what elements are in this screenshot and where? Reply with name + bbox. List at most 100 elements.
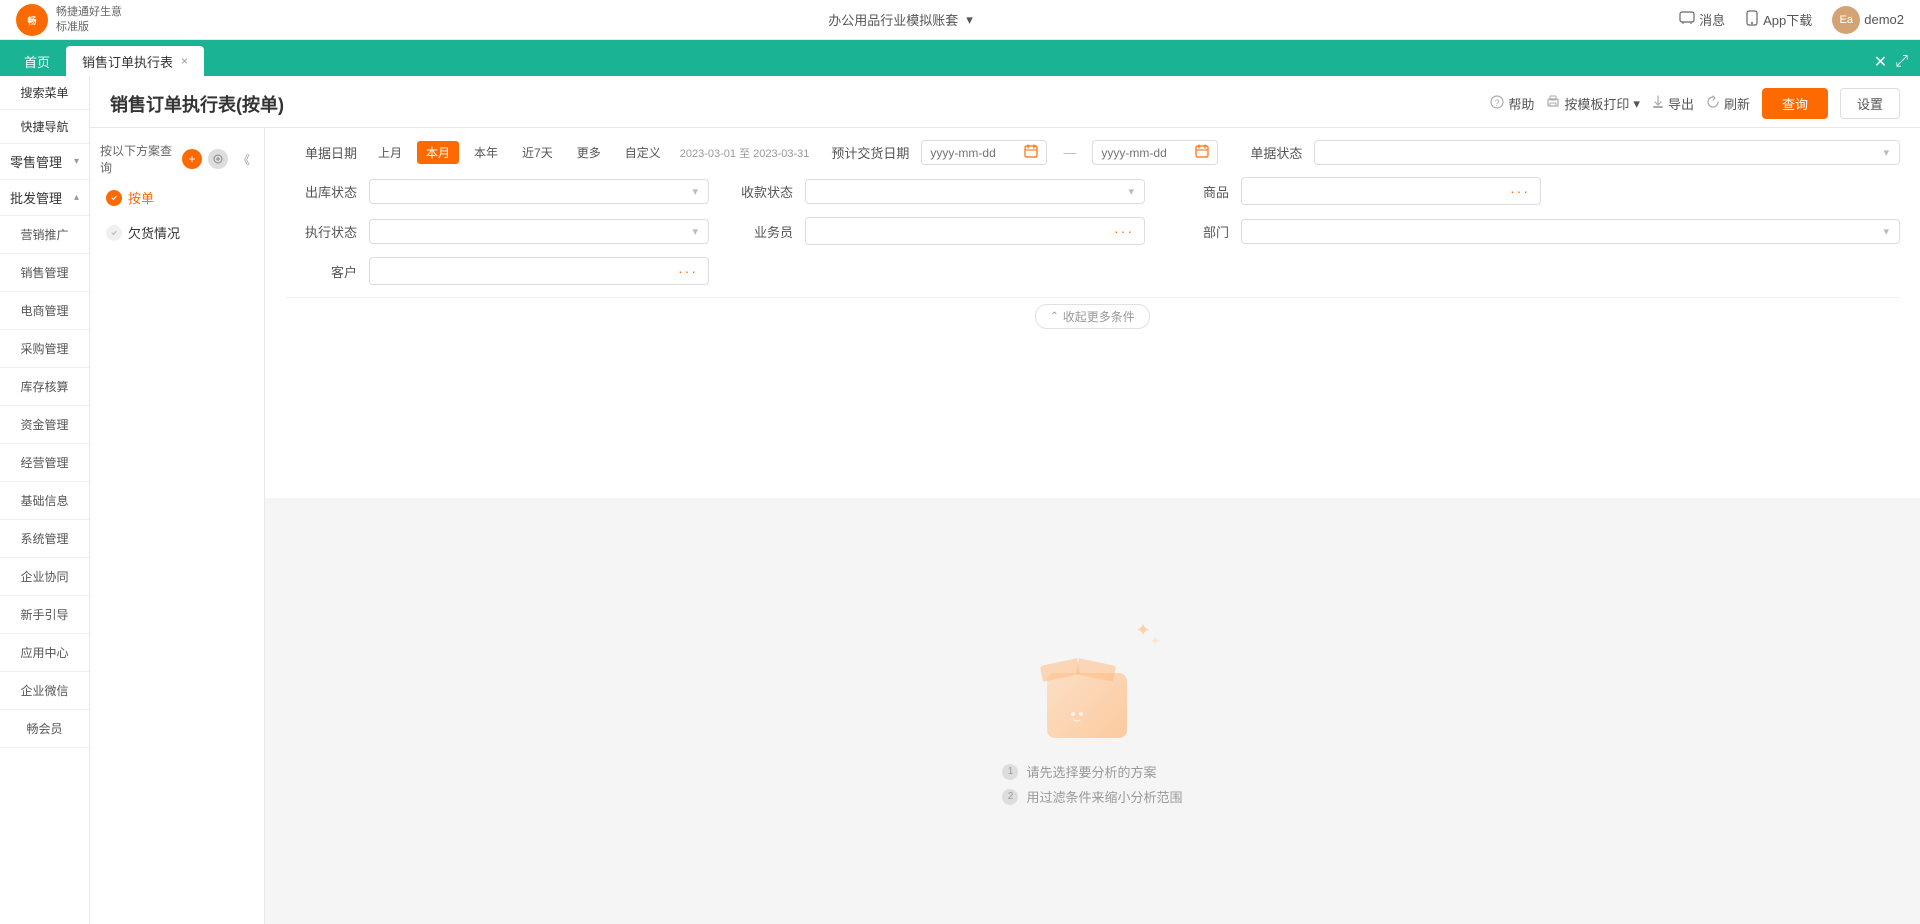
basic-label: 基础信息 <box>20 492 68 509</box>
refresh-btn[interactable]: 刷新 <box>1706 94 1750 113</box>
print-label: 按模板打印 <box>1564 94 1629 113</box>
date-btn-current-year[interactable]: 本年 <box>465 141 507 164</box>
wholesale-arrow-up: ▴ <box>74 192 79 203</box>
date-label: 单据日期 <box>285 143 357 162</box>
empty-hint-1: 1 请先选择要分析的方案 <box>1002 762 1182 781</box>
settings-btn[interactable]: 设置 <box>1840 88 1900 119</box>
date-btn-last7days[interactable]: 近7天 <box>513 141 562 164</box>
right-panel: 单据日期 上月 本月 本年 近7天 更多 自定义 2023-03-01 至 20… <box>265 128 1920 924</box>
status-select[interactable]: ▾ <box>1314 140 1900 165</box>
goods-dots-icon[interactable]: ··· <box>1510 183 1530 199</box>
ecommerce-label: 电商管理 <box>20 302 68 319</box>
sidebar-search[interactable]: 搜索菜单 <box>0 76 89 110</box>
tab-close-btn[interactable]: × <box>181 54 188 68</box>
department-select[interactable]: ▾ <box>1241 219 1900 244</box>
execution-status-label: 执行状态 <box>285 222 357 241</box>
delivery-chevron: ▾ <box>692 185 698 198</box>
newbie-label: 新手引导 <box>20 606 68 623</box>
date-btn-current-month[interactable]: 本月 <box>417 141 459 164</box>
sidebar-item-sales[interactable]: 销售管理 <box>0 254 89 292</box>
date-quick-buttons: 上月 本月 本年 近7天 更多 自定义 2023-03-01 至 2023-03… <box>369 141 809 164</box>
date-separator: — <box>1059 145 1080 160</box>
help-icon: ? <box>1490 95 1504 112</box>
execution-chevron: ▾ <box>692 225 698 238</box>
top-center-menu[interactable]: 办公用品行业模拟账套 ▾ <box>828 10 973 29</box>
sidebar-item-system[interactable]: 系统管理 <box>0 520 89 558</box>
tab-home[interactable]: 首页 <box>8 46 66 76</box>
scheme-collapse-btn[interactable]: 《 <box>234 149 254 169</box>
scheme-edit-btn[interactable] <box>208 149 228 169</box>
export-btn[interactable]: 导出 <box>1652 94 1694 113</box>
sidebar-item-retail[interactable]: 零售管理 ▾ <box>0 144 89 180</box>
scheme-panel: 按以下方案查询 + 《 按单 <box>90 128 265 924</box>
goods-input[interactable]: ··· <box>1241 177 1541 205</box>
sidebar-item-newbie[interactable]: 新手引导 <box>0 596 89 634</box>
search-label: 搜索菜单 <box>20 86 68 100</box>
expected-date-start-wrapper[interactable] <box>921 140 1047 165</box>
empty-illustration: ✦ ✦ <box>1023 616 1163 746</box>
sidebar-item-wholesale[interactable]: 批发管理 ▴ <box>0 180 89 216</box>
payment-chevron: ▾ <box>1128 185 1134 198</box>
customer-dots-icon[interactable]: ··· <box>678 263 698 279</box>
app-download-btn[interactable]: App下载 <box>1745 10 1812 29</box>
purchase-label: 采购管理 <box>20 340 68 357</box>
system-label: 系统管理 <box>20 530 68 547</box>
hint-text-2: 用过滤条件来缩小分析范围 <box>1026 787 1182 806</box>
top-menu-chevron[interactable]: ▾ <box>966 12 973 28</box>
payment-status-select[interactable]: ▾ <box>805 179 1145 204</box>
calendar-end-icon <box>1195 144 1209 161</box>
expected-date-end-wrapper[interactable] <box>1092 140 1218 165</box>
sidebar-item-basic[interactable]: 基础信息 <box>0 482 89 520</box>
customer-input[interactable]: ··· <box>369 257 709 285</box>
sidebar: 搜索菜单 快捷导航 零售管理 ▾ 批发管理 ▴ 营销推广 销售管理 电商管理 采… <box>0 76 90 924</box>
scheme-item-owe-goods[interactable]: 欠货情况 <box>90 215 264 250</box>
salesperson-dots-icon[interactable]: ··· <box>1114 223 1134 239</box>
logo-area[interactable]: 畅 畅捷通好生意 标准版 <box>16 4 122 36</box>
sidebar-item-appstore[interactable]: 应用中心 <box>0 634 89 672</box>
print-chevron[interactable]: ▾ <box>1633 96 1640 112</box>
tab-bar: 首页 销售订单执行表 × ✕ ⤢ <box>0 40 1920 76</box>
status-chevron: ▾ <box>1883 146 1889 159</box>
sidebar-item-inventory[interactable]: 库存核算 <box>0 368 89 406</box>
phone-icon <box>1745 10 1759 29</box>
user-area[interactable]: Ea demo2 <box>1832 6 1904 34</box>
main-layout: 搜索菜单 快捷导航 零售管理 ▾ 批发管理 ▴ 营销推广 销售管理 电商管理 采… <box>0 76 1920 924</box>
app-download-label: App下载 <box>1763 10 1812 29</box>
empty-hint-2: 2 用过滤条件来缩小分析范围 <box>1002 787 1182 806</box>
scheme-add-btn[interactable]: + <box>182 149 202 169</box>
sidebar-item-marketing[interactable]: 营销推广 <box>0 216 89 254</box>
message-label: 消息 <box>1699 10 1725 29</box>
tab-close-window-icon[interactable]: ✕ <box>1874 52 1887 72</box>
delivery-status-select[interactable]: ▾ <box>369 179 709 204</box>
scheme-item-by-order[interactable]: 按单 <box>90 180 264 215</box>
date-btn-prev-month[interactable]: 上月 <box>369 141 411 164</box>
tab-active[interactable]: 销售订单执行表 × <box>66 46 204 76</box>
expected-date-end-input[interactable] <box>1101 146 1191 160</box>
date-btn-more[interactable]: 更多 <box>568 141 610 164</box>
tab-maximize-icon[interactable]: ⤢ <box>1895 53 1908 71</box>
svg-text:?: ? <box>1495 98 1500 108</box>
sidebar-quick-nav[interactable]: 快捷导航 <box>0 110 89 144</box>
print-btn[interactable]: 按模板打印 ▾ <box>1546 94 1640 113</box>
help-btn[interactable]: ? 帮助 <box>1490 94 1534 113</box>
expected-date-start-input[interactable] <box>930 146 1020 160</box>
sidebar-item-purchase[interactable]: 采购管理 <box>0 330 89 368</box>
date-btn-custom[interactable]: 自定义 <box>616 141 670 164</box>
sidebar-item-ecommerce[interactable]: 电商管理 <box>0 292 89 330</box>
collapse-label: 收起更多条件 <box>1063 308 1135 325</box>
message-btn[interactable]: 消息 <box>1679 10 1725 29</box>
query-btn[interactable]: 查询 <box>1762 88 1828 119</box>
salesperson-input[interactable]: ··· <box>805 217 1145 245</box>
sidebar-item-operation[interactable]: 经营管理 <box>0 444 89 482</box>
user-name: demo2 <box>1864 12 1904 27</box>
collapse-btn[interactable]: ⌃ 收起更多条件 <box>1035 304 1149 329</box>
sidebar-item-finance[interactable]: 资金管理 <box>0 406 89 444</box>
sidebar-item-enterprise[interactable]: 企业协同 <box>0 558 89 596</box>
execution-status-select[interactable]: ▾ <box>369 219 709 244</box>
sidebar-item-member[interactable]: 畅会员 <box>0 710 89 748</box>
calendar-start-icon <box>1024 144 1038 161</box>
sidebar-item-wechat[interactable]: 企业微信 <box>0 672 89 710</box>
wechat-label: 企业微信 <box>20 682 68 699</box>
tab-active-label: 销售订单执行表 <box>82 52 173 71</box>
finance-label: 资金管理 <box>20 416 68 433</box>
